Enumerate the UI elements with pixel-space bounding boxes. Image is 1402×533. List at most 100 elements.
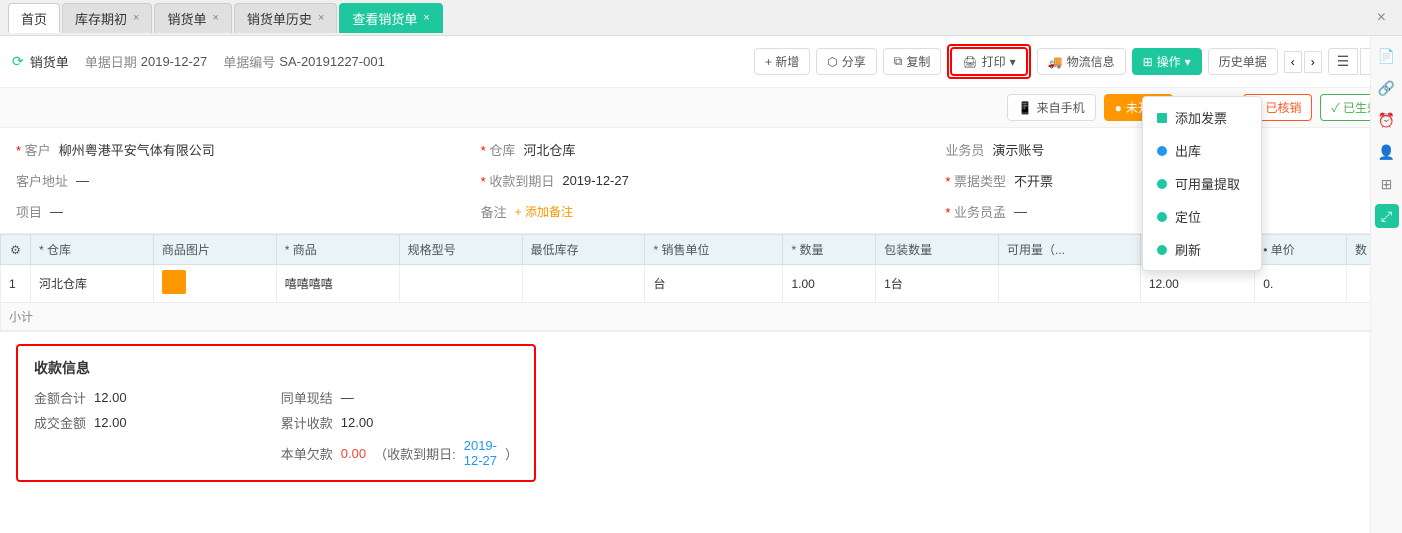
history-button[interactable]: 历史单据 [1208, 48, 1278, 75]
th-spec: 规格型号 [399, 235, 522, 265]
doc-title: ⟳ 销货单 [12, 52, 69, 71]
tab-sales-order[interactable]: 销货单 × [154, 3, 231, 33]
tab-sales-order-close[interactable]: × [212, 12, 218, 24]
payment-section: 收款信息 金额合计 12.00 成交金额 12.00 同单现结 — [16, 344, 536, 482]
dropdown-refresh[interactable]: 刷新 [1143, 233, 1261, 266]
ticket-label: 票据类型 [945, 171, 1006, 190]
share-label: 分享 [842, 53, 866, 70]
logistics-button[interactable]: 🚚 物流信息 [1037, 48, 1126, 75]
same-order-row: 同单现结 — [281, 388, 518, 407]
outbound-label: 出库 [1175, 141, 1201, 160]
project-row: 项目 — [16, 202, 457, 221]
add-invoice-icon [1157, 113, 1167, 123]
project-label: 项目 [16, 202, 42, 221]
product-image [162, 270, 186, 294]
not-opened-icon: ● [1115, 101, 1122, 115]
td-qty: 1.00 [783, 265, 876, 303]
due-note-end: ） [505, 444, 518, 463]
add-note-button[interactable]: + 添加备注 [515, 203, 573, 220]
tab-home[interactable]: 首页 [8, 3, 60, 33]
copy-icon: ⧉ [894, 54, 903, 69]
tab-inventory-init[interactable]: 库存期初 × [62, 3, 152, 33]
project-value: — [50, 204, 63, 219]
sidebar-document-icon[interactable]: 📄 [1375, 44, 1399, 68]
payment-grid: 金额合计 12.00 成交金额 12.00 同单现结 — 累计收款 [34, 388, 518, 468]
outbound-icon [1157, 146, 1167, 156]
th-unit: * 销售单位 [645, 235, 783, 265]
td-warehouse: 河北仓库 [31, 265, 154, 303]
new-label: + 新增 [765, 53, 799, 70]
ops-label: 操作 [1157, 53, 1181, 70]
payment-date-row: 收款到期日 2019-12-27 [481, 171, 922, 190]
tab-view-sales[interactable]: 查看销货单 × [339, 3, 442, 33]
ops-arrow: ▾ [1185, 55, 1191, 69]
right-sidebar: 📄 🔗 ⏰ 👤 ⊞ ⤢ [1370, 36, 1402, 533]
tab-sales-history-label: 销货单历史 [247, 9, 312, 28]
accumulated-label: 累计收款 [281, 413, 333, 432]
tab-inventory-close[interactable]: × [133, 12, 139, 24]
same-order-value: — [341, 390, 354, 405]
prev-button[interactable]: ‹ [1284, 51, 1302, 73]
td-product: 嘻嘻嘻嘻 [276, 265, 399, 303]
sidebar-link-icon[interactable]: 🔗 [1375, 76, 1399, 100]
from-phone-button[interactable]: 📱 来自手机 [1007, 94, 1096, 121]
sales-order-icon: ⟳ [12, 53, 24, 70]
locate-icon [1157, 212, 1167, 222]
sidebar-user-icon[interactable]: 👤 [1375, 140, 1399, 164]
tab-sales-history[interactable]: 销货单历史 × [234, 3, 337, 33]
td-price: 0. [1255, 265, 1347, 303]
logistics-icon: 🚚 [1048, 55, 1063, 69]
th-warehouse: * 仓库 [31, 235, 154, 265]
sidebar-grid-icon[interactable]: ⊞ [1375, 172, 1399, 196]
td-spec [399, 265, 522, 303]
ticket-value: 不开票 [1014, 171, 1053, 190]
copy-button[interactable]: ⧉ 复制 [883, 48, 942, 75]
td-available [999, 265, 1141, 303]
employee-label: 业务员 [945, 140, 984, 159]
ops-button[interactable]: ⊞ 操作 ▾ [1132, 48, 1202, 75]
th-product: * 商品 [276, 235, 399, 265]
td-unit: 台 [645, 265, 783, 303]
th-price: • 单价 [1255, 235, 1347, 265]
address-label: 客户地址 [16, 171, 68, 190]
doc-no-group: 单据编号 SA-20191227-001 [223, 52, 385, 71]
payment-date-value: 2019-12-27 [562, 173, 629, 188]
tab-sales-history-close[interactable]: × [318, 12, 324, 24]
transaction-row: 成交金额 12.00 [34, 413, 257, 432]
th-qty: * 数量 [783, 235, 876, 265]
doc-type-label: 销货单 [30, 52, 69, 71]
doc-date-group: 单据日期 2019-12-27 [85, 52, 208, 71]
print-label: 打印 [982, 53, 1006, 70]
due-value: 0.00 [341, 446, 366, 461]
from-phone-label: 来自手机 [1037, 99, 1085, 116]
td-product-img [153, 265, 276, 303]
print-dropdown-arrow[interactable]: ▾ [1010, 55, 1016, 69]
next-button[interactable]: › [1304, 51, 1322, 73]
print-icon: 🖨 [962, 55, 977, 69]
new-button[interactable]: + 新增 [754, 48, 810, 75]
transaction-value: 12.00 [94, 415, 127, 430]
sidebar-history-icon[interactable]: ⏰ [1375, 108, 1399, 132]
print-button[interactable]: 🖨 打印 ▾ [950, 47, 1027, 76]
note-row: 备注 + 添加备注 [481, 202, 922, 221]
doc-date-label: 单据日期 [85, 52, 137, 71]
share-button[interactable]: ⬡ 分享 [816, 48, 877, 75]
tab-bar: 首页 库存期初 × 销货单 × 销货单历史 × 查看销货单 × × [0, 0, 1402, 36]
th-settings: ⚙ [1, 235, 31, 265]
sales-rep-value: — [1014, 204, 1027, 219]
accumulated-row: 累计收款 12.00 [281, 413, 518, 432]
dropdown-add-invoice[interactable]: 添加发票 [1143, 101, 1261, 134]
right-payment-group: 同单现结 — 累计收款 12.00 本单欠款 0.00 （收款到期日: 2019… [281, 388, 518, 468]
subtotal-row: 小计 [1, 303, 1402, 331]
history-label: 历史单据 [1219, 53, 1267, 70]
dropdown-locate[interactable]: 定位 [1143, 200, 1261, 233]
logistics-label: 物流信息 [1067, 53, 1115, 70]
tab-view-sales-close[interactable]: × [423, 12, 429, 24]
th-product-img: 商品图片 [153, 235, 276, 265]
sidebar-expand-icon[interactable]: ⤢ [1375, 204, 1399, 228]
dropdown-available-pickup[interactable]: 可用量提取 [1143, 167, 1261, 200]
ops-icon: ⊞ [1143, 55, 1153, 69]
dropdown-outbound[interactable]: 出库 [1143, 134, 1261, 167]
view-list-button[interactable]: ☰ [1328, 48, 1359, 75]
close-all-button[interactable]: × [1369, 5, 1394, 31]
